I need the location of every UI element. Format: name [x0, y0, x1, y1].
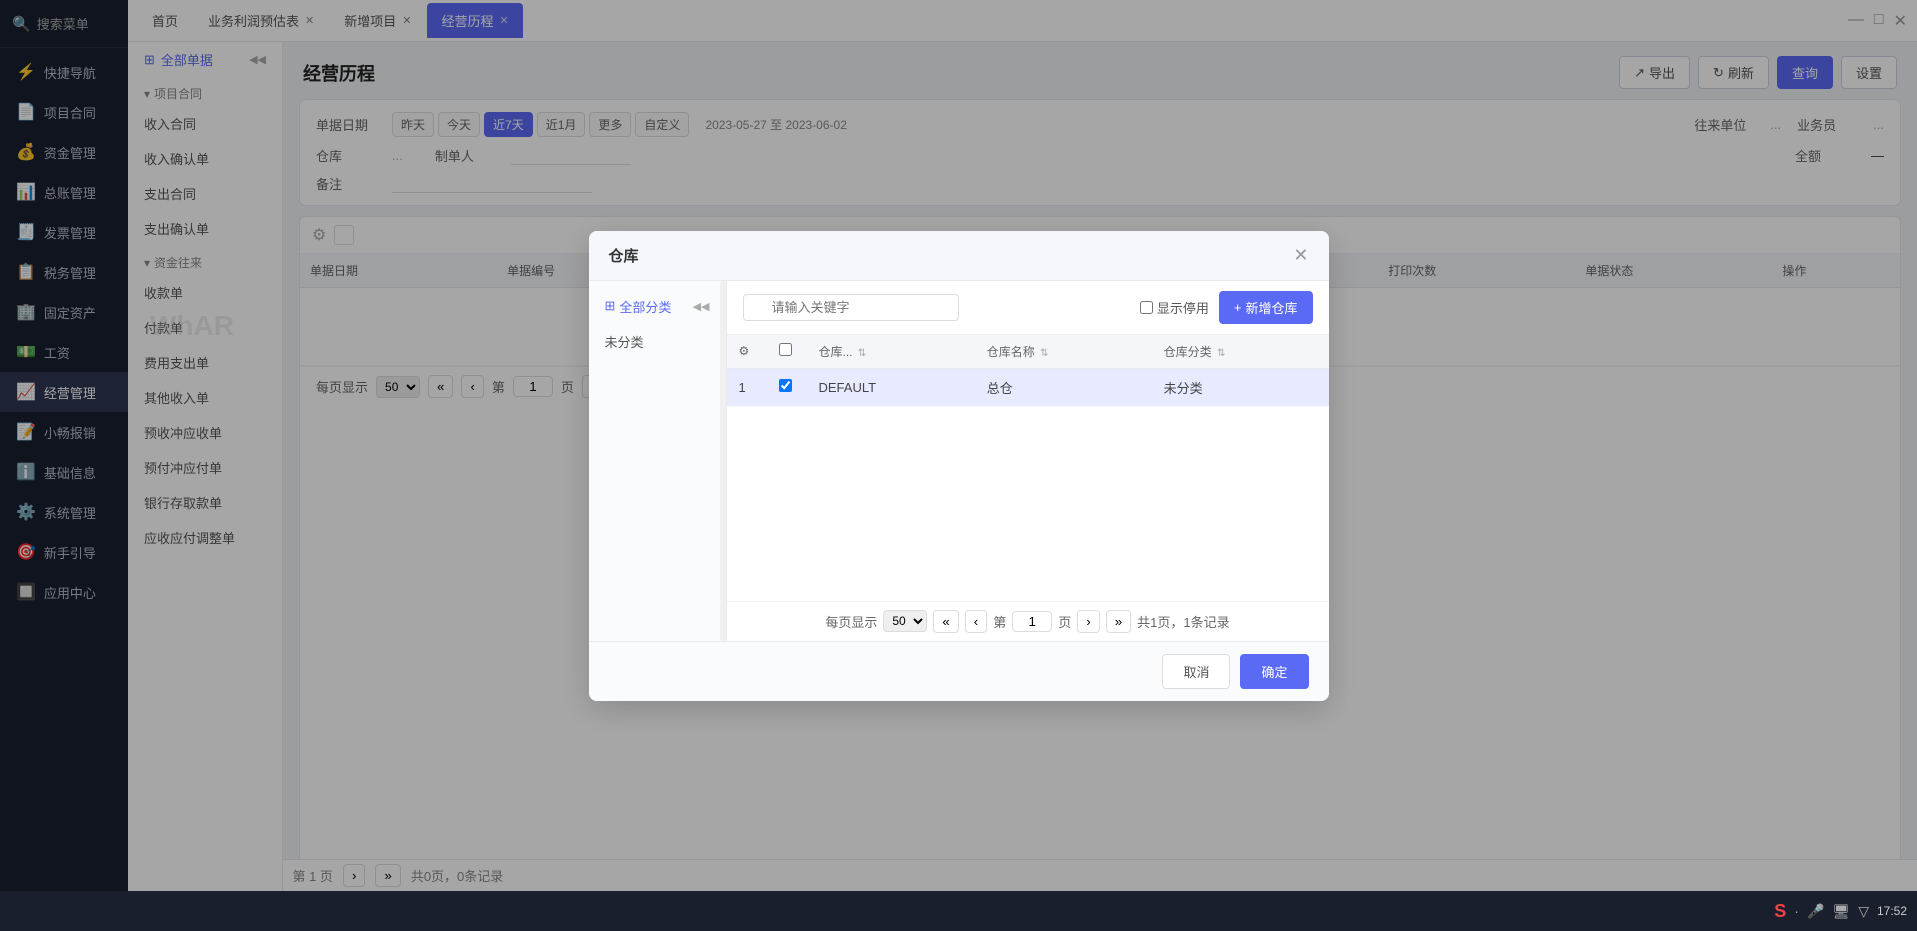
modal-total: 共1页，1条记录 — [1137, 612, 1229, 631]
modal-header: 仓库 ✕ — [589, 231, 1329, 281]
modal-page-input[interactable] — [1012, 611, 1052, 632]
col-warehouse-name[interactable]: 仓库名称 ⇅ — [975, 335, 1152, 369]
gear-icon-col: ⚙ — [739, 344, 750, 358]
show-disabled-checkbox[interactable] — [1140, 301, 1153, 314]
taskbar-dot-icon: · — [1794, 903, 1799, 919]
row-name-cell: 总仓 — [975, 368, 1152, 406]
modal-left-scrollbar[interactable] — [720, 281, 726, 641]
modal-per-page-select[interactable]: 50 — [883, 610, 927, 632]
row-checkbox[interactable] — [779, 379, 792, 392]
sort-icon-code: ⇅ — [858, 348, 866, 359]
add-warehouse-button[interactable]: + 新增仓库 — [1219, 291, 1313, 324]
modal-next-btn[interactable]: › — [1077, 610, 1099, 633]
modal-body: ⊞ 全部分类 ◀◀ 未分类 🔍 — [589, 281, 1329, 641]
modal-left-all[interactable]: ⊞ 全部分类 ◀◀ — [589, 289, 726, 324]
modal-page-label: 第 — [993, 612, 1006, 631]
col-warehouse-code[interactable]: 仓库... ⇅ — [807, 335, 975, 369]
taskbar-filter-icon: ▽ — [1858, 903, 1869, 920]
modal-toolbar: 🔍 显示停用 + 新增仓库 — [727, 281, 1329, 335]
col-checkbox — [767, 335, 807, 369]
add-warehouse-label: 新增仓库 — [1245, 298, 1297, 317]
sort-icon-name: ⇅ — [1040, 348, 1048, 359]
modal-prev-btn[interactable]: ‹ — [965, 610, 987, 633]
row-checkbox-cell — [767, 368, 807, 406]
modal-per-page-label: 每页显示 — [825, 612, 877, 631]
taskbar-mic-icon: 🎤 — [1807, 903, 1824, 920]
modal-table: ⚙ 仓库... ⇅ 仓库名称 — [727, 335, 1329, 407]
show-disabled-label: 显示停用 — [1157, 298, 1209, 317]
row-code-cell: DEFAULT — [807, 368, 975, 406]
modal-last-btn[interactable]: » — [1106, 610, 1131, 633]
modal-right-panel: 🔍 显示停用 + 新增仓库 — [727, 281, 1329, 641]
show-disabled-wrap: 显示停用 — [1140, 298, 1209, 317]
table-row[interactable]: 1 DEFAULT 总仓 未分类 — [727, 368, 1329, 406]
grid-icon-modal: ⊞ — [605, 298, 616, 314]
taskbar-time: 17:52 — [1877, 904, 1907, 918]
modal-title: 仓库 — [609, 245, 639, 266]
taskbar-icons: S · 🎤 🖥 ▽ 17:52 — [1774, 901, 1907, 922]
modal-first-btn[interactable]: « — [933, 610, 958, 633]
row-settings-cell: 1 — [727, 368, 767, 406]
table-check-all[interactable] — [779, 343, 792, 356]
modal-pagination: 每页显示 50 « ‹ 第 页 › » 共1页，1条记录 — [727, 601, 1329, 641]
modal-footer: 取消 确定 — [589, 641, 1329, 701]
plus-icon: + — [1234, 300, 1242, 315]
modal-page-suffix: 页 — [1058, 612, 1071, 631]
modal-overlay: 仓库 ✕ ⊞ 全部分类 ◀◀ 未分类 — [0, 0, 1917, 931]
modal-table-wrap: ⚙ 仓库... ⇅ 仓库名称 — [727, 335, 1329, 601]
modal-collapse-btn[interactable]: ◀◀ — [693, 300, 710, 313]
modal-close-button[interactable]: ✕ — [1293, 245, 1308, 266]
modal-left-panel: ⊞ 全部分类 ◀◀ 未分类 — [589, 281, 727, 641]
col-warehouse-category[interactable]: 仓库分类 ⇅ — [1152, 335, 1329, 369]
confirm-button[interactable]: 确定 — [1240, 654, 1308, 689]
warehouse-modal: 仓库 ✕ ⊞ 全部分类 ◀◀ 未分类 — [589, 231, 1329, 701]
taskbar-screen-icon: 🖥 — [1832, 903, 1850, 920]
modal-left-all-label: 全部分类 — [619, 297, 671, 316]
row-category-cell: 未分类 — [1152, 368, 1329, 406]
search-wrapper: 🔍 — [743, 294, 1130, 321]
cancel-button[interactable]: 取消 — [1162, 654, 1230, 689]
taskbar: S · 🎤 🖥 ▽ 17:52 — [0, 891, 1917, 931]
modal-search-input[interactable] — [743, 294, 959, 321]
col-settings: ⚙ — [727, 335, 767, 369]
modal-left-unclassified-label: 未分类 — [605, 335, 644, 350]
modal-left-item-unclassified[interactable]: 未分类 — [589, 324, 726, 359]
sort-icon-category: ⇅ — [1217, 348, 1225, 359]
taskbar-logo-icon: S — [1774, 901, 1786, 922]
